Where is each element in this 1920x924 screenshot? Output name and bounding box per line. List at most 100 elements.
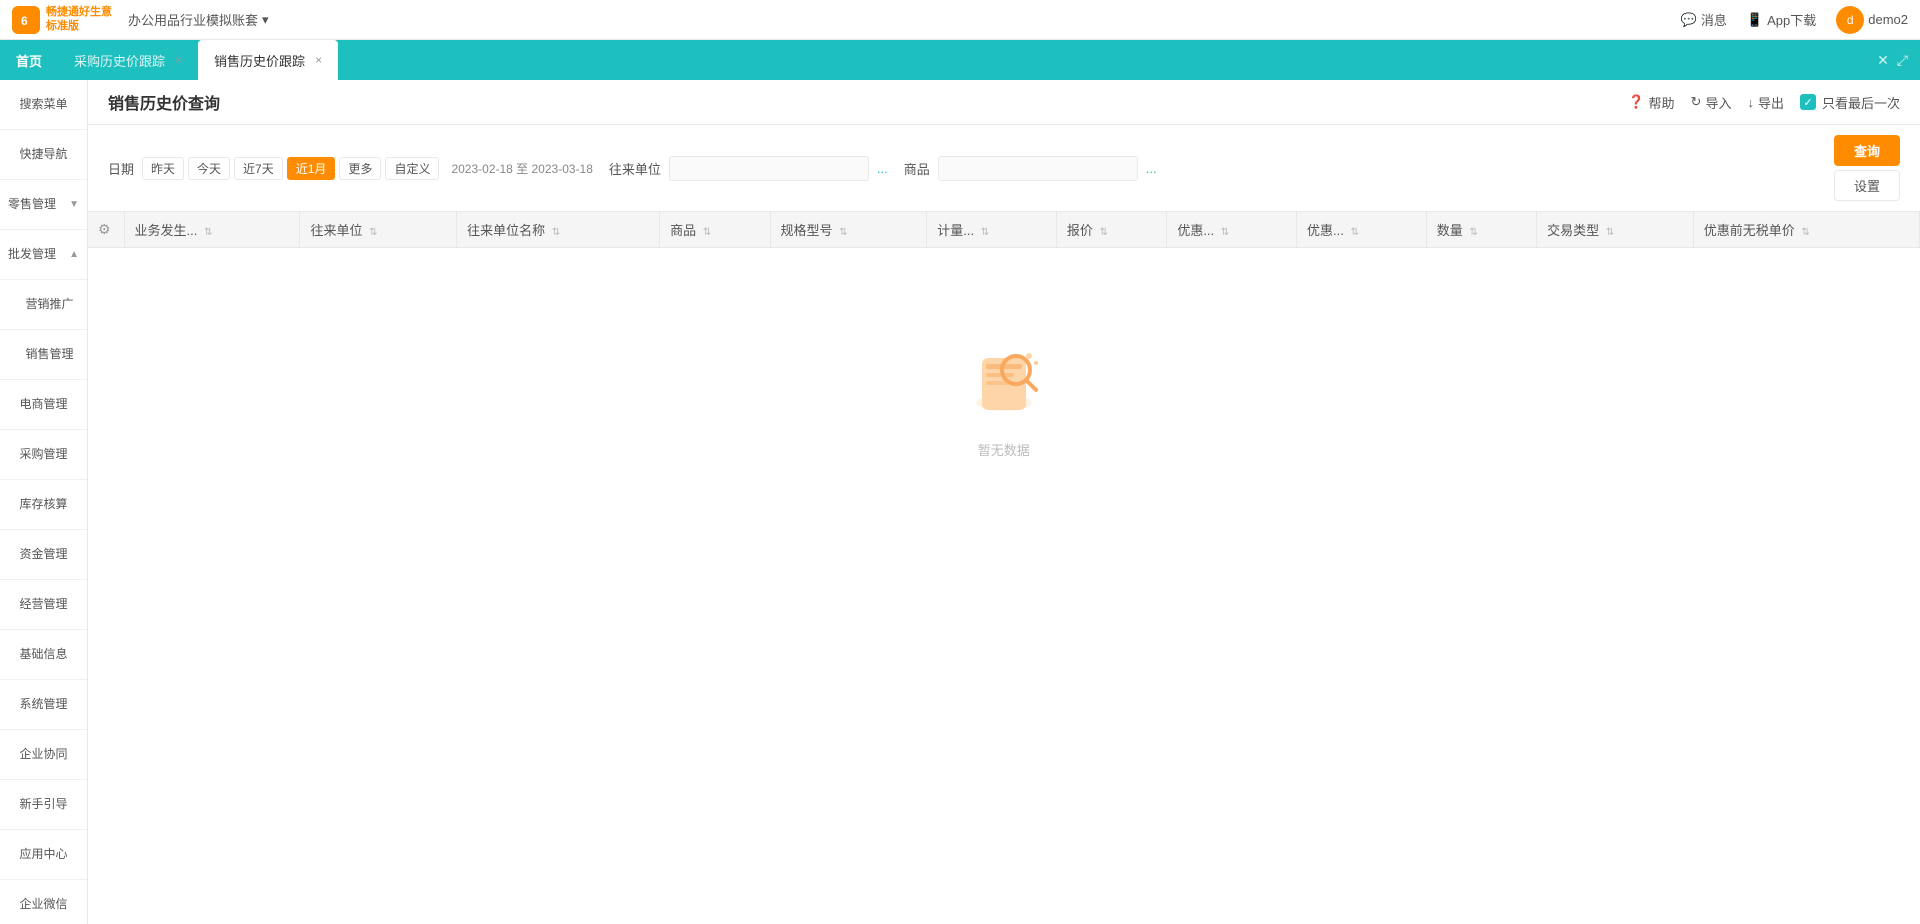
product-input[interactable] (938, 156, 1138, 181)
partner-ellipsis-button[interactable]: ... (877, 161, 888, 176)
table-col-trade-type[interactable]: 交易类型 ⇅ (1537, 212, 1694, 248)
date-btn-yesterday[interactable]: 昨天 (142, 157, 184, 180)
settings-button[interactable]: 设置 (1834, 170, 1900, 201)
top-bar-right: 💬 消息 📱 App下载 d demo2 (1681, 6, 1908, 34)
sort-arrows-partner-code: ⇅ (369, 227, 377, 238)
table-col-quantity[interactable]: 数量 ⇅ (1426, 212, 1536, 248)
chevron-up-icon: ▲ (69, 249, 79, 260)
sidebar-item-system-mgmt[interactable]: 系统管理 (0, 680, 87, 730)
page-actions: ❓ 帮助 ↻ 导入 ↓ 导出 ✓ 只看最后一次 (1628, 93, 1900, 112)
product-ellipsis-button[interactable]: ... (1146, 161, 1157, 176)
sort-arrows-unit: ⇅ (981, 227, 989, 238)
empty-state-row: 暂无数据 (88, 248, 1920, 540)
svg-text:6: 6 (21, 14, 28, 28)
table-col-spec[interactable]: 规格型号 ⇅ (770, 212, 927, 248)
sidebar-item-search-menu[interactable]: 搜索菜单 (0, 80, 87, 130)
sidebar-item-business-mgmt[interactable]: 经营管理 (0, 580, 87, 630)
sidebar-item-finance-mgmt[interactable]: 资金管理 (0, 530, 87, 580)
date-btn-today[interactable]: 今天 (188, 157, 230, 180)
tab-bar-right: ✕ ⤢ (1877, 52, 1920, 69)
empty-state-icon (954, 328, 1054, 428)
content-area: 销售历史价查询 ❓ 帮助 ↻ 导入 ↓ 导出 ✓ (88, 80, 1920, 924)
sidebar-item-marketing[interactable]: 营销推广 (0, 280, 87, 330)
sort-arrows-product: ⇅ (703, 227, 711, 238)
table-col-settings[interactable]: ⚙ (88, 212, 124, 248)
table-col-quote[interactable]: 报价 ⇅ (1056, 212, 1166, 248)
only-last-checkbox-area[interactable]: ✓ 只看最后一次 (1800, 93, 1900, 112)
sort-arrows-partner-name: ⇅ (552, 227, 560, 238)
maximize-icon[interactable]: ⤢ (1897, 52, 1908, 69)
sort-arrows-spec: ⇅ (839, 227, 847, 238)
empty-state: 暂无数据 (88, 248, 1920, 539)
table-body: 暂无数据 (88, 248, 1920, 540)
sort-arrows-trade-type: ⇅ (1606, 227, 1614, 238)
chevron-down-icon: ▼ (69, 199, 79, 210)
empty-state-text: 暂无数据 (978, 440, 1030, 459)
settings-icon[interactable]: ⚙ (98, 221, 111, 237)
sidebar-item-retail-mgmt[interactable]: 零售管理 ▼ (0, 180, 87, 230)
table-col-partner-name[interactable]: 往来单位名称 ⇅ (457, 212, 660, 248)
sidebar-item-inventory[interactable]: 库存核算 (0, 480, 87, 530)
sidebar-item-purchase-mgmt[interactable]: 采购管理 (0, 430, 87, 480)
user-profile[interactable]: d demo2 (1836, 6, 1908, 34)
date-btn-last7days[interactable]: 近7天 (234, 157, 283, 180)
close-tab-purchase-icon[interactable]: × (175, 53, 182, 67)
help-button[interactable]: ❓ 帮助 (1628, 93, 1674, 112)
sort-arrows-quote: ⇅ (1100, 227, 1108, 238)
sort-arrows-pretax-price: ⇅ (1801, 227, 1809, 238)
export-button[interactable]: ↓ 导出 (1747, 93, 1784, 112)
only-last-checkbox[interactable]: ✓ (1800, 94, 1816, 110)
close-all-tabs-icon[interactable]: ✕ (1877, 52, 1889, 69)
chevron-down-icon: ▾ (262, 12, 269, 28)
product-filter-group: 商品 ... (904, 156, 1157, 181)
date-buttons: 昨天 今天 近7天 近1月 更多 自定义 (142, 157, 439, 180)
date-filter-group: 日期 昨天 今天 近7天 近1月 更多 自定义 2023-02-18 至 202… (108, 157, 593, 180)
sidebar-item-wholesale-mgmt[interactable]: 批发管理 ▲ (0, 230, 87, 280)
table-col-discount2[interactable]: 优惠... ⇅ (1297, 212, 1427, 248)
app-download-button[interactable]: 📱 App下载 (1747, 10, 1816, 29)
help-icon: ❓ (1628, 94, 1644, 110)
sidebar-item-basic-info[interactable]: 基础信息 (0, 630, 87, 680)
sidebar-item-sales-mgmt[interactable]: 销售管理 (0, 330, 87, 380)
table-area: ⚙ 业务发生... ⇅ 往来单位 ⇅ 往来单位名称 ⇅ (88, 212, 1920, 924)
sidebar-item-app-center[interactable]: 应用中心 (0, 830, 87, 880)
table-col-unit[interactable]: 计量... ⇅ (927, 212, 1057, 248)
partner-filter-group: 往来单位 ... (609, 156, 888, 181)
table-col-product[interactable]: 商品 ⇅ (660, 212, 770, 248)
tab-home[interactable]: 首页 (0, 40, 58, 80)
message-button[interactable]: 💬 消息 (1681, 10, 1727, 29)
table-col-partner-code[interactable]: 往来单位 ⇅ (300, 212, 457, 248)
table-col-discount1[interactable]: 优惠... ⇅ (1167, 212, 1297, 248)
app-icon: 📱 (1747, 12, 1763, 28)
data-table: ⚙ 业务发生... ⇅ 往来单位 ⇅ 往来单位名称 ⇅ (88, 212, 1920, 539)
tab-purchase-history[interactable]: 采购历史价跟踪 × (58, 40, 198, 80)
top-bar-left: 6 畅捷通好生意 标准版 办公用品行业模拟账套 ▾ (12, 6, 277, 34)
sort-arrows-quantity: ⇅ (1469, 227, 1477, 238)
sidebar-item-enterprise-coop[interactable]: 企业协同 (0, 730, 87, 780)
sidebar-item-ecommerce-mgmt[interactable]: 电商管理 (0, 380, 87, 430)
sidebar-item-enterprise-wechat[interactable]: 企业微信 (0, 880, 87, 924)
main-layout: 搜索菜单 快捷导航 零售管理 ▼ 批发管理 ▲ 营销推广 销售管理 电商管理 采… (0, 80, 1920, 924)
date-btn-last1month[interactable]: 近1月 (287, 157, 336, 180)
partner-input[interactable] (669, 156, 869, 181)
table-col-biz-date[interactable]: 业务发生... ⇅ (124, 212, 300, 248)
query-button[interactable]: 查询 (1834, 135, 1900, 166)
close-tab-sales-icon[interactable]: × (315, 53, 322, 67)
sort-arrows-discount2: ⇅ (1350, 227, 1358, 238)
table-header: ⚙ 业务发生... ⇅ 往来单位 ⇅ 往来单位名称 ⇅ (88, 212, 1920, 248)
sidebar: 搜索菜单 快捷导航 零售管理 ▼ 批发管理 ▲ 营销推广 销售管理 电商管理 采… (0, 80, 88, 924)
date-btn-more[interactable]: 更多 (339, 157, 381, 180)
export-icon: ↓ (1747, 95, 1754, 110)
query-buttons: 查询 设置 (1834, 135, 1900, 201)
page-title: 销售历史价查询 (108, 90, 220, 114)
import-button[interactable]: ↻ 导入 (1691, 93, 1732, 112)
sidebar-item-quick-nav[interactable]: 快捷导航 (0, 130, 87, 180)
sidebar-item-new-guide[interactable]: 新手引导 (0, 780, 87, 830)
date-btn-custom[interactable]: 自定义 (385, 157, 439, 180)
sort-arrows-discount1: ⇅ (1221, 227, 1229, 238)
page-header: 销售历史价查询 ❓ 帮助 ↻ 导入 ↓ 导出 ✓ (88, 80, 1920, 125)
message-icon: 💬 (1681, 12, 1697, 28)
tab-sales-history[interactable]: 销售历史价跟踪 × (198, 40, 338, 80)
table-col-pretax-price[interactable]: 优惠前无税单价 ⇅ (1693, 212, 1919, 248)
company-selector[interactable]: 办公用品行业模拟账套 ▾ (120, 10, 277, 29)
